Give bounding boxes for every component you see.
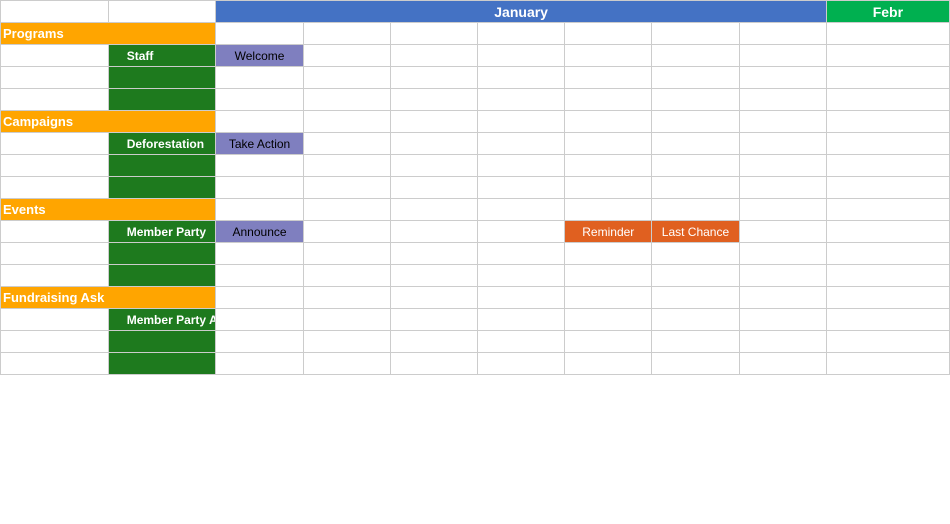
header-blank-2 <box>108 1 216 23</box>
category-row-campaigns: Campaigns <box>1 111 950 133</box>
empty-row <box>1 155 950 177</box>
category-row-fundraising: Fundraising Ask <box>1 287 950 309</box>
empty-row <box>1 353 950 375</box>
sub-member-party: Member Party <box>108 221 216 243</box>
sub-row-staff: Staff Welcome <box>1 45 950 67</box>
event-last-chance: Last Chance <box>652 221 739 243</box>
header-january: January <box>216 1 826 23</box>
sub-row-deforestation: Deforestation Take Action <box>1 133 950 155</box>
empty-row <box>1 243 950 265</box>
header-blank-1 <box>1 1 109 23</box>
category-campaigns: Campaigns <box>1 111 216 133</box>
sub-row-member-party: Member Party Announce Reminder Last Chan… <box>1 221 950 243</box>
empty-row <box>1 265 950 287</box>
category-row-events: Events <box>1 199 950 221</box>
empty-row <box>1 331 950 353</box>
category-events: Events <box>1 199 216 221</box>
event-reminder: Reminder <box>565 221 652 243</box>
category-fundraising: Fundraising Ask <box>1 287 216 309</box>
sub-row-member-party-ask: Member Party Ask <box>1 309 950 331</box>
event-announce: Announce <box>216 221 303 243</box>
category-row-programs: Programs <box>1 23 950 45</box>
sub-member-party-ask: Member Party Ask <box>108 309 216 331</box>
empty-row <box>1 67 950 89</box>
sub-deforestation: Deforestation <box>108 133 216 155</box>
header-february: Febr <box>826 1 949 23</box>
header-row: January Febr <box>1 1 950 23</box>
event-take-action: Take Action <box>216 133 303 155</box>
sub-staff: Staff <box>108 45 216 67</box>
category-programs: Programs <box>1 23 216 45</box>
empty-row <box>1 177 950 199</box>
calendar-grid: January Febr Programs Staff Welcom <box>0 0 950 375</box>
empty-row <box>1 89 950 111</box>
event-welcome: Welcome <box>216 45 303 67</box>
